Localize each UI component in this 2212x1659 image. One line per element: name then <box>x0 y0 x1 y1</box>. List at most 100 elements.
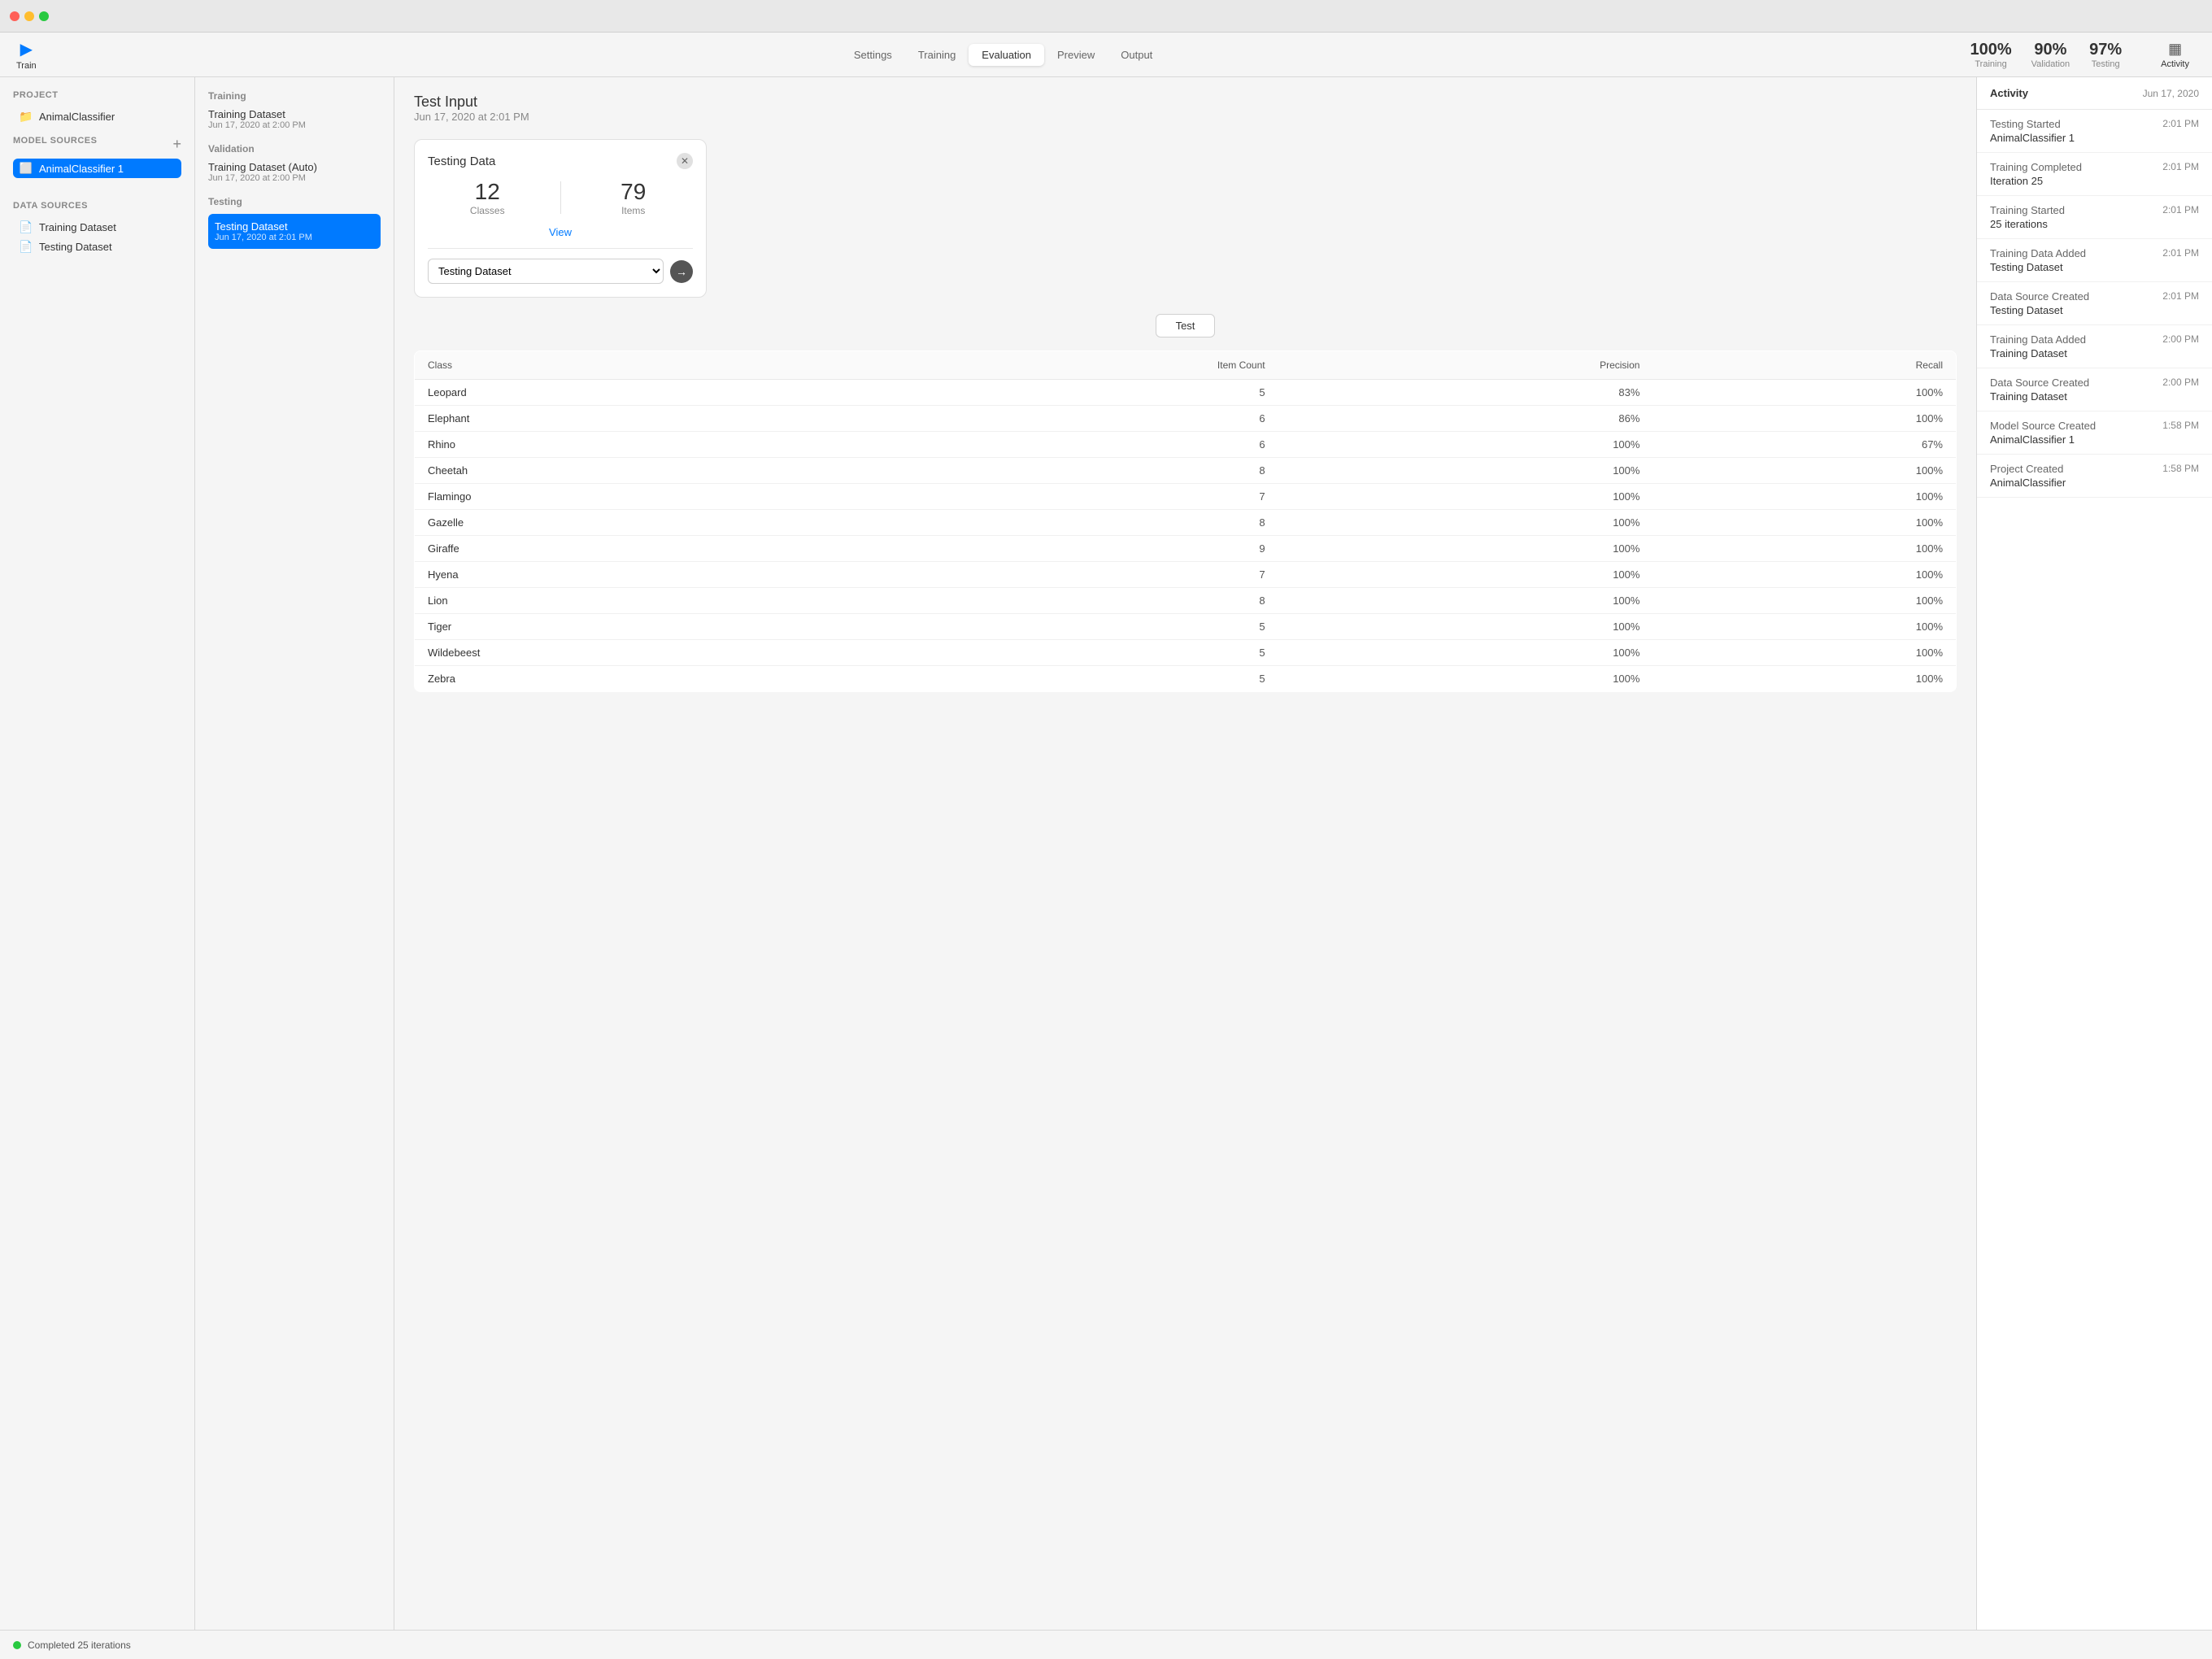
activity-icon: ▦ <box>2168 41 2182 58</box>
table-row: Hyena 7 100% 100% <box>415 562 1957 588</box>
activity-panel: Activity Jun 17, 2020 Testing Started 2:… <box>1976 77 2212 1630</box>
cell-precision: 100% <box>1278 614 1653 640</box>
tab-settings[interactable]: Settings <box>841 44 905 66</box>
testing-stat: 97% Testing <box>2089 41 2122 69</box>
cell-count: 8 <box>860 510 1278 536</box>
table-row: Gazelle 8 100% 100% <box>415 510 1957 536</box>
cell-class: Wildebeest <box>415 640 860 666</box>
dataset-select[interactable]: Testing Dataset <box>428 259 664 284</box>
tab-training[interactable]: Training <box>905 44 969 66</box>
activity-item: Testing Started 2:01 PM AnimalClassifier… <box>1977 110 2212 153</box>
dataset-icon-1: 📄 <box>20 220 33 233</box>
project-name: AnimalClassifier <box>39 111 115 123</box>
testing-pct: 97% <box>2089 41 2122 59</box>
activity-row: Data Source Created 2:00 PM <box>1990 377 2199 389</box>
train-button[interactable]: ▶ Train <box>16 39 37 71</box>
project-section: Project 📁 AnimalClassifier <box>0 90 194 136</box>
cell-recall: 100% <box>1652 458 1956 484</box>
tab-evaluation[interactable]: Evaluation <box>969 44 1044 66</box>
app-layout: Project 📁 AnimalClassifier Model Sources… <box>0 77 2212 1630</box>
activity-list: Testing Started 2:01 PM AnimalClassifier… <box>1977 110 2212 498</box>
items-num: 79 <box>574 179 694 205</box>
results-table: Class Item Count Precision Recall Leopar… <box>414 351 1957 692</box>
cell-count: 5 <box>860 666 1278 692</box>
training-dataset-item[interactable]: Training Dataset Jun 17, 2020 at 2:00 PM <box>208 108 381 130</box>
activity-item: Data Source Created 2:00 PM Training Dat… <box>1977 368 2212 411</box>
activity-button[interactable]: ▦ Activity <box>2154 37 2196 72</box>
view-link[interactable]: View <box>428 226 693 238</box>
testing-stats: 12 Classes 79 Items <box>428 179 693 216</box>
add-model-source-button[interactable]: + <box>172 137 181 151</box>
table-row: Flamingo 7 100% 100% <box>415 484 1957 510</box>
activity-row: Testing Started 2:01 PM <box>1990 118 2199 130</box>
close-card-button[interactable]: ✕ <box>677 153 693 169</box>
activity-item-time: 2:01 PM <box>2162 118 2199 129</box>
test-button-row: Test <box>414 314 1957 337</box>
testing-dataset-name: Testing Dataset <box>215 220 374 233</box>
activity-item-time: 1:58 PM <box>2162 463 2199 474</box>
activity-item: Training Completed 2:01 PM Iteration 25 <box>1977 153 2212 196</box>
navigate-button[interactable]: → <box>670 260 693 283</box>
table-row: Cheetah 8 100% 100% <box>415 458 1957 484</box>
training-stat-label: Training <box>1975 59 2006 69</box>
activity-item-title: Model Source Created <box>1990 420 2096 432</box>
items-label: Items <box>574 205 694 216</box>
cell-recall: 100% <box>1652 588 1956 614</box>
table-row: Lion 8 100% 100% <box>415 588 1957 614</box>
cell-count: 6 <box>860 406 1278 432</box>
table-row: Elephant 6 86% 100% <box>415 406 1957 432</box>
testing-data-card: Testing Data ✕ 12 Classes 79 Items View <box>414 139 707 298</box>
cell-class: Giraffe <box>415 536 860 562</box>
activity-item-detail: AnimalClassifier 1 <box>1990 132 2199 144</box>
play-icon: ▶ <box>20 39 33 59</box>
status-dot <box>13 1641 21 1649</box>
nav-tabs: Settings Training Evaluation Preview Out… <box>69 44 1938 66</box>
activity-item-time: 2:01 PM <box>2162 247 2199 259</box>
validation-stat: 90% Validation <box>2031 41 2070 69</box>
model-sources-label: Model Sources <box>13 136 97 146</box>
activity-item: Training Data Added 2:00 PM Training Dat… <box>1977 325 2212 368</box>
dataset-selector: Testing Dataset → <box>428 248 693 284</box>
cell-recall: 100% <box>1652 510 1956 536</box>
dataset-icon-2: 📄 <box>20 240 33 253</box>
testing-card-header: Testing Data ✕ <box>428 153 693 169</box>
tab-output[interactable]: Output <box>1108 44 1165 66</box>
table-row: Rhino 6 100% 67% <box>415 432 1957 458</box>
sidebar-item-model-source[interactable]: ⬜ AnimalClassifier 1 <box>13 159 181 178</box>
status-text: Completed 25 iterations <box>28 1639 131 1651</box>
classes-label: Classes <box>428 205 547 216</box>
activity-row: Training Data Added 2:01 PM <box>1990 247 2199 259</box>
activity-panel-date: Jun 17, 2020 <box>2143 88 2199 99</box>
activity-row: Model Source Created 1:58 PM <box>1990 420 2199 432</box>
test-button[interactable]: Test <box>1156 314 1216 337</box>
activity-item-title: Data Source Created <box>1990 377 2089 389</box>
tab-preview[interactable]: Preview <box>1044 44 1108 66</box>
evaluation-panel: Test Input Jun 17, 2020 at 2:01 PM Testi… <box>394 77 1976 1630</box>
activity-item: Project Created 1:58 PM AnimalClassifier <box>1977 455 2212 498</box>
close-button[interactable] <box>10 11 20 21</box>
activity-item-detail: 25 iterations <box>1990 218 2199 230</box>
cell-count: 5 <box>860 380 1278 406</box>
sidebar-item-project[interactable]: 📁 AnimalClassifier <box>13 107 181 126</box>
testing-dataset-item[interactable]: Testing Dataset Jun 17, 2020 at 2:01 PM <box>208 214 381 249</box>
minimize-button[interactable] <box>24 11 34 21</box>
activity-row: Training Completed 2:01 PM <box>1990 161 2199 173</box>
sidebar-item-testing-dataset[interactable]: 📄 Testing Dataset <box>13 237 181 256</box>
activity-item: Model Source Created 1:58 PM AnimalClass… <box>1977 411 2212 455</box>
cell-precision: 100% <box>1278 666 1653 692</box>
activity-item: Training Started 2:01 PM 25 iterations <box>1977 196 2212 239</box>
stats-section: 100% Training 90% Validation 97% Testing <box>1970 41 2122 69</box>
cell-precision: 100% <box>1278 536 1653 562</box>
activity-item-detail: Iteration 25 <box>1990 175 2199 187</box>
dataset-panel: Training Training Dataset Jun 17, 2020 a… <box>195 77 394 1630</box>
sidebar-item-training-dataset[interactable]: 📄 Training Dataset <box>13 217 181 237</box>
classes-num: 12 <box>428 179 547 205</box>
model-sources-section: Model Sources + ⬜ AnimalClassifier 1 <box>0 136 194 188</box>
maximize-button[interactable] <box>39 11 49 21</box>
cell-class: Cheetah <box>415 458 860 484</box>
cell-precision: 100% <box>1278 510 1653 536</box>
cell-recall: 100% <box>1652 666 1956 692</box>
activity-item-title: Training Started <box>1990 204 2065 216</box>
items-stat: 79 Items <box>574 179 694 216</box>
validation-dataset-item[interactable]: Training Dataset (Auto) Jun 17, 2020 at … <box>208 161 381 183</box>
